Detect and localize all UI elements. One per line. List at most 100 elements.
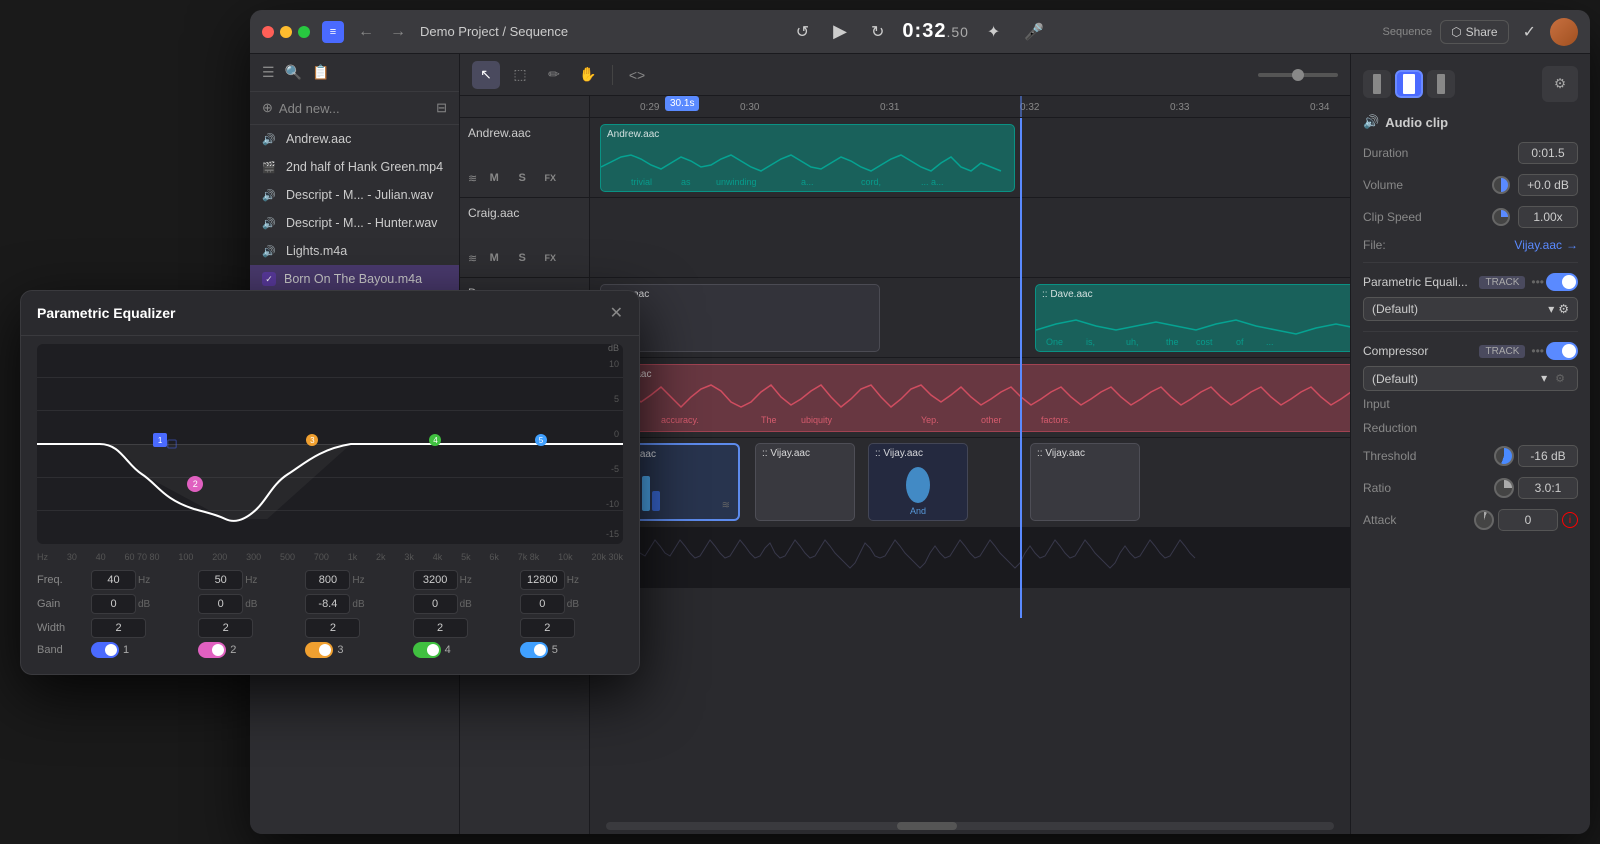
ratio-value[interactable]: 3.0:1 [1518,477,1578,499]
sidebar-item-4[interactable]: 🔊 Lights.m4a [250,237,459,265]
comp-settings-icon[interactable]: ⚙ [1551,371,1569,386]
eq-band-5-toggle[interactable] [520,642,548,658]
eq-band-point-5[interactable]: 5 [535,434,547,446]
sidebar-item-0[interactable]: 🔊 Andrew.aac [250,125,459,153]
panel-settings-button[interactable]: ⚙ [1542,66,1578,102]
compressor-preset-dropdown[interactable]: (Default) ▾ ⚙ [1363,366,1578,391]
menu-icon-btn[interactable]: ☰ [262,64,275,81]
play-button[interactable]: ▶ [827,19,853,44]
clip-vijay-2[interactable]: :: Vijay.aac [755,443,855,521]
code-tool[interactable]: <> [623,61,651,89]
track-row-dave[interactable]: Dave.aac :: Dave.aac One [590,278,1350,358]
attack-value[interactable]: 0 [1498,509,1558,531]
eq-band-point-4[interactable]: 4 [429,434,441,446]
track-row-lightmyfire[interactable] [590,528,1350,588]
eq-gain-4-input[interactable] [413,594,458,614]
mute-button-andrew[interactable]: M [483,167,505,189]
panel-icon-right[interactable] [1427,70,1455,98]
threshold-knob[interactable] [1494,446,1514,466]
eq-width-2-input[interactable] [198,618,253,638]
volume-value[interactable]: +0.0 dB [1518,174,1578,196]
eq-band-point-3[interactable]: 3 [306,434,318,446]
clip-sonal-1[interactable]: Sonal.aac reat accuracy. The ubiquity [600,364,1350,432]
eq-freq-4-input[interactable] [413,570,458,590]
eq-more-btn[interactable]: ••• [1531,275,1544,289]
eq-toggle[interactable] [1546,273,1578,291]
eq-freq-5-input[interactable] [520,570,565,590]
duration-value[interactable]: 0:01.5 [1518,142,1578,164]
rectangle-tool[interactable]: ⬚ [506,61,534,89]
clip-andrew-1[interactable]: Andrew.aac trivial as unw [600,124,1015,192]
eq-band-4-toggle[interactable] [413,642,441,658]
eq-gain-5-input[interactable] [520,594,565,614]
clip-vijay-3[interactable]: :: Vijay.aac And [868,443,968,521]
clip-speed-knob[interactable] [1492,208,1510,226]
minimize-button[interactable] [280,26,292,38]
eq-width-3-input[interactable] [305,618,360,638]
clip-speed-value[interactable]: 1.00x [1518,206,1578,228]
eq-graph[interactable]: 10 5 0 -5 -10 -15 dB 1 2 3 4 5 [37,344,623,544]
clip-dave-2[interactable]: :: Dave.aac One is, uh, the [1035,284,1350,352]
forward-button[interactable]: → [384,21,412,43]
mute-button-craig[interactable]: M [483,247,505,269]
eq-preset-dropdown[interactable]: (Default) ▾ ⚙ [1363,297,1578,321]
undo-transport-btn[interactable]: ↺ [790,20,815,44]
track-row-vijay[interactable]: :: Vijay.aac [590,438,1350,528]
clip-dave-1[interactable]: Dave.aac [600,284,880,352]
sidebar-item-2[interactable]: 🔊 Descript - M... - Julian.wav [250,181,459,209]
volume-knob[interactable] [1492,176,1510,194]
eq-band-3-toggle[interactable] [305,642,333,658]
eq-band-2-toggle[interactable] [198,642,226,658]
track-row-craig[interactable] [590,198,1350,278]
ratio-knob[interactable] [1494,478,1514,498]
eq-width-5-input[interactable] [520,618,575,638]
threshold-value[interactable]: -16 dB [1518,445,1578,467]
timeline-scrollbar[interactable] [606,822,1334,830]
cursor-tool[interactable]: ↖ [472,61,500,89]
eq-band-1-toggle[interactable] [91,642,119,658]
maximize-button[interactable] [298,26,310,38]
eq-gain-1-input[interactable] [91,594,136,614]
fx-button-craig[interactable]: FX [539,247,561,269]
fx-button-andrew[interactable]: FX [539,167,561,189]
compressor-toggle[interactable] [1546,342,1578,360]
track-row-sonal[interactable]: Sonal.aac reat accuracy. The ubiquity [590,358,1350,438]
redo-transport-btn[interactable]: ↻ [865,20,890,44]
eq-band-point-2[interactable]: 2 [187,476,203,492]
track-row-andrew[interactable]: Andrew.aac trivial as unw [590,118,1350,198]
search-icon-btn[interactable]: 🔍 [285,64,302,81]
sidebar-item-3[interactable]: 🔊 Descript - M... - Hunter.wav [250,209,459,237]
file-link[interactable]: Vijay.aac [1514,238,1562,252]
attack-info-icon[interactable]: i [1562,512,1578,528]
eq-freq-1-input[interactable] [91,570,136,590]
eq-width-4-input[interactable] [413,618,468,638]
eq-freq-2-input[interactable] [198,570,243,590]
checkmark-btn[interactable]: ✓ [1517,20,1542,44]
zoom-track[interactable] [1258,73,1338,77]
eq-gain-2-input[interactable] [198,594,243,614]
solo-button-andrew[interactable]: S [511,167,533,189]
sidebar-item-1[interactable]: 🎬 2nd half of Hank Green.mp4 [250,153,459,181]
library-icon-btn[interactable]: 📋 [312,64,329,81]
eq-width-1-input[interactable] [91,618,146,638]
compressor-more-btn[interactable]: ••• [1531,344,1544,358]
eq-settings-icon[interactable]: ⚙ [1558,302,1569,316]
pencil-tool[interactable]: ✏ [540,61,568,89]
attack-knob[interactable] [1474,510,1494,530]
close-button[interactable] [262,26,274,38]
back-button[interactable]: ← [352,21,380,43]
solo-button-craig[interactable]: S [511,247,533,269]
eq-freq-3-input[interactable] [305,570,350,590]
hand-tool[interactable]: ✋ [574,61,602,89]
share-button[interactable]: ⬡ Parametric Equali... Share [1440,20,1509,44]
mic-btn[interactable]: 🎤 [1018,20,1050,44]
panel-icon-center[interactable] [1395,70,1423,98]
eq-band-point-1[interactable]: 1 [153,433,167,447]
eq-close-button[interactable]: ✕ [610,303,623,323]
sidebar-item-5[interactable]: ✓ Born On The Bayou.m4a [250,265,459,293]
panel-icon-left[interactable] [1363,70,1391,98]
add-new-button[interactable]: ⊕ Add new... ⊟ [250,92,459,125]
sparkle-btn[interactable]: ✦ [981,20,1006,44]
eq-gain-3-input[interactable] [305,594,350,614]
clip-vijay-4[interactable]: :: Vijay.aac [1030,443,1140,521]
